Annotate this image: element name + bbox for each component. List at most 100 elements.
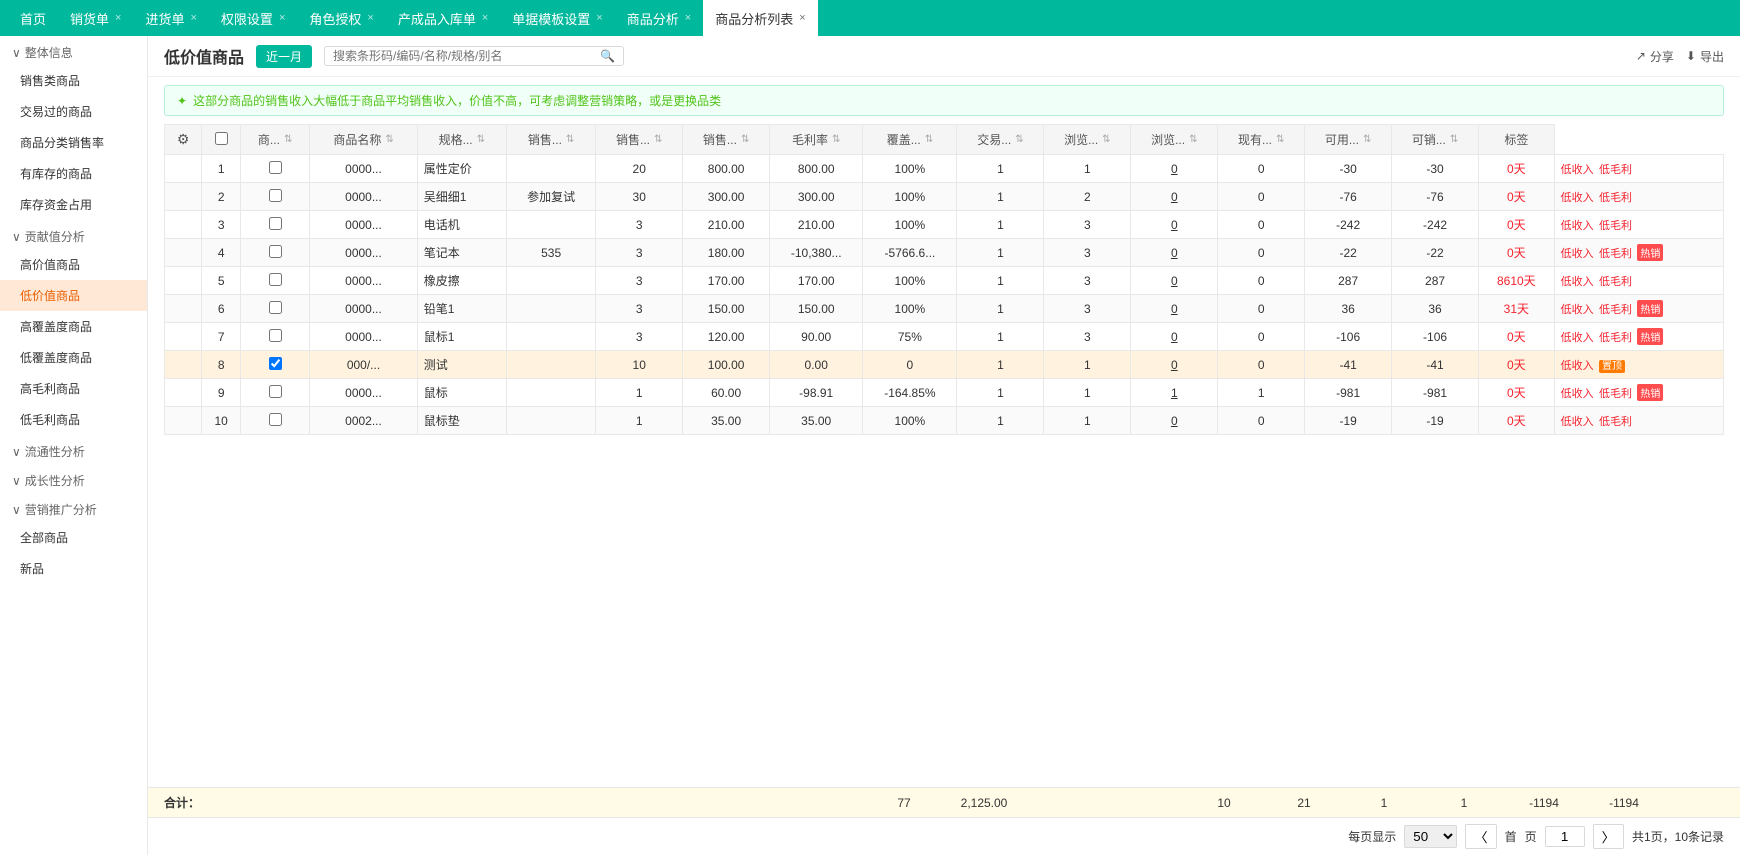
sidebar-item-traded-products[interactable]: 交易过的商品: [0, 96, 147, 127]
sidebar-item-high-margin[interactable]: 高毛利商品: [0, 373, 147, 404]
browse1-link[interactable]: 0: [1171, 414, 1178, 428]
browse1-link[interactable]: 0: [1171, 246, 1178, 260]
nav-home[interactable]: 首页: [8, 0, 58, 36]
nav-templates[interactable]: 单据模板设置 ×: [500, 0, 614, 36]
row-checkbox[interactable]: [269, 273, 282, 286]
td-checkbox[interactable]: [240, 295, 309, 323]
td-browse1[interactable]: 0: [1131, 211, 1218, 239]
sidebar-item-low-value[interactable]: 低价值商品: [0, 280, 147, 311]
td-browse1[interactable]: 0: [1131, 183, 1218, 211]
sidebar-item-low-margin[interactable]: 低毛利商品: [0, 404, 147, 435]
per-page-select[interactable]: 50 100: [1404, 825, 1457, 848]
nav-products[interactable]: 产成品入库单 ×: [386, 0, 500, 36]
browse1-link[interactable]: 0: [1171, 218, 1178, 232]
search-icon[interactable]: 🔍: [600, 49, 615, 63]
row-checkbox[interactable]: [269, 329, 282, 342]
th-trade[interactable]: 交易...⇅: [957, 125, 1044, 155]
td-checkbox[interactable]: [240, 379, 309, 407]
sidebar-group-marketing[interactable]: ∨ 营销推广分析: [0, 493, 147, 522]
td-browse1[interactable]: 0: [1131, 267, 1218, 295]
nav-sales[interactable]: 销货单 ×: [58, 0, 133, 36]
th-browse2[interactable]: 浏览...⇅: [1131, 125, 1218, 155]
nav-analysis-close[interactable]: ×: [685, 12, 691, 24]
row-checkbox[interactable]: [269, 245, 282, 258]
sidebar-group-growth[interactable]: ∨ 成长性分析: [0, 464, 147, 493]
nav-roles-close[interactable]: ×: [367, 12, 373, 24]
search-input[interactable]: [333, 49, 596, 63]
td-checkbox[interactable]: [240, 407, 309, 435]
th-gross[interactable]: 毛利率⇅: [770, 125, 863, 155]
nav-permissions[interactable]: 权限设置 ×: [209, 0, 297, 36]
td-browse1[interactable]: 0: [1131, 239, 1218, 267]
nav-analysis-list[interactable]: 商品分析列表 ×: [703, 0, 817, 36]
th-name[interactable]: 商品名称⇅: [310, 125, 417, 155]
share-button[interactable]: ↗ 分享: [1636, 48, 1674, 65]
nav-permissions-close[interactable]: ×: [279, 12, 285, 24]
sidebar-group-flow[interactable]: ∨ 流通性分析: [0, 435, 147, 464]
browse1-link[interactable]: 0: [1171, 190, 1178, 204]
td-browse1[interactable]: 0: [1131, 407, 1218, 435]
th-sales2[interactable]: 销售...⇅: [596, 125, 683, 155]
nav-analysis-list-close[interactable]: ×: [799, 12, 805, 24]
browse1-link[interactable]: 0: [1171, 330, 1178, 344]
td-checkbox[interactable]: [240, 155, 309, 183]
row-checkbox[interactable]: [269, 161, 282, 174]
nav-templates-close[interactable]: ×: [596, 12, 602, 24]
td-checkbox[interactable]: [240, 239, 309, 267]
sidebar-item-high-value[interactable]: 高价值商品: [0, 249, 147, 280]
sidebar-item-sales-products[interactable]: 销售类商品: [0, 65, 147, 96]
browse1-link[interactable]: 1: [1171, 386, 1178, 400]
th-stock3[interactable]: 可销...⇅: [1392, 125, 1479, 155]
nav-purchase-close[interactable]: ×: [190, 12, 196, 24]
page-number-input[interactable]: [1545, 826, 1585, 847]
sidebar-item-low-coverage[interactable]: 低覆盖度商品: [0, 342, 147, 373]
nav-roles[interactable]: 角色授权 ×: [297, 0, 385, 36]
row-checkbox[interactable]: [269, 217, 282, 230]
td-browse1[interactable]: 0: [1131, 323, 1218, 351]
sidebar-item-all-products[interactable]: 全部商品: [0, 522, 147, 553]
th-sales1[interactable]: 销售...⇅: [506, 125, 595, 155]
sidebar-group-contribution[interactable]: ∨ 贡献值分析: [0, 220, 147, 249]
sidebar-item-capital[interactable]: 库存资金占用: [0, 189, 147, 220]
th-browse1[interactable]: 浏览...⇅: [1044, 125, 1131, 155]
row-checkbox[interactable]: [269, 301, 282, 314]
td-browse1[interactable]: 0: [1131, 351, 1218, 379]
th-settings[interactable]: ⚙: [165, 125, 202, 155]
row-checkbox[interactable]: [269, 357, 282, 370]
browse1-link[interactable]: 0: [1171, 162, 1178, 176]
next-page-button[interactable]: 〉: [1593, 824, 1624, 849]
browse1-link[interactable]: 0: [1171, 358, 1178, 372]
nav-purchase[interactable]: 进货单 ×: [133, 0, 208, 36]
td-browse1[interactable]: 1: [1131, 379, 1218, 407]
nav-sales-close[interactable]: ×: [115, 12, 121, 24]
th-stock1[interactable]: 现有...⇅: [1218, 125, 1305, 155]
search-box[interactable]: 🔍: [324, 46, 624, 66]
td-checkbox[interactable]: [240, 211, 309, 239]
sidebar-group-overall[interactable]: ∨ 整体信息: [0, 36, 147, 65]
td-checkbox[interactable]: [240, 323, 309, 351]
td-checkbox[interactable]: [240, 351, 309, 379]
row-checkbox[interactable]: [269, 385, 282, 398]
th-checkbox[interactable]: [202, 125, 241, 155]
sidebar-item-new-products[interactable]: 新品: [0, 553, 147, 584]
th-code[interactable]: 商...⇅: [240, 125, 309, 155]
td-checkbox[interactable]: [240, 267, 309, 295]
row-checkbox[interactable]: [269, 189, 282, 202]
sidebar-item-category-rate[interactable]: 商品分类销售率: [0, 127, 147, 158]
sidebar-item-stocked[interactable]: 有库存的商品: [0, 158, 147, 189]
th-sales3[interactable]: 销售...⇅: [683, 125, 770, 155]
browse1-link[interactable]: 0: [1171, 274, 1178, 288]
th-coverage[interactable]: 覆盖...⇅: [863, 125, 957, 155]
nav-products-close[interactable]: ×: [482, 12, 488, 24]
th-stock2[interactable]: 可用...⇅: [1305, 125, 1392, 155]
nav-analysis[interactable]: 商品分析 ×: [615, 0, 703, 36]
select-all-checkbox[interactable]: [215, 132, 228, 145]
th-spec[interactable]: 规格...⇅: [417, 125, 506, 155]
td-browse1[interactable]: 0: [1131, 295, 1218, 323]
export-button[interactable]: ⬇ 导出: [1686, 48, 1724, 65]
row-checkbox[interactable]: [269, 413, 282, 426]
sidebar-item-high-coverage[interactable]: 高覆盖度商品: [0, 311, 147, 342]
first-page-button[interactable]: 〈: [1465, 824, 1496, 849]
date-filter-button[interactable]: 近一月: [256, 45, 312, 68]
td-checkbox[interactable]: [240, 183, 309, 211]
